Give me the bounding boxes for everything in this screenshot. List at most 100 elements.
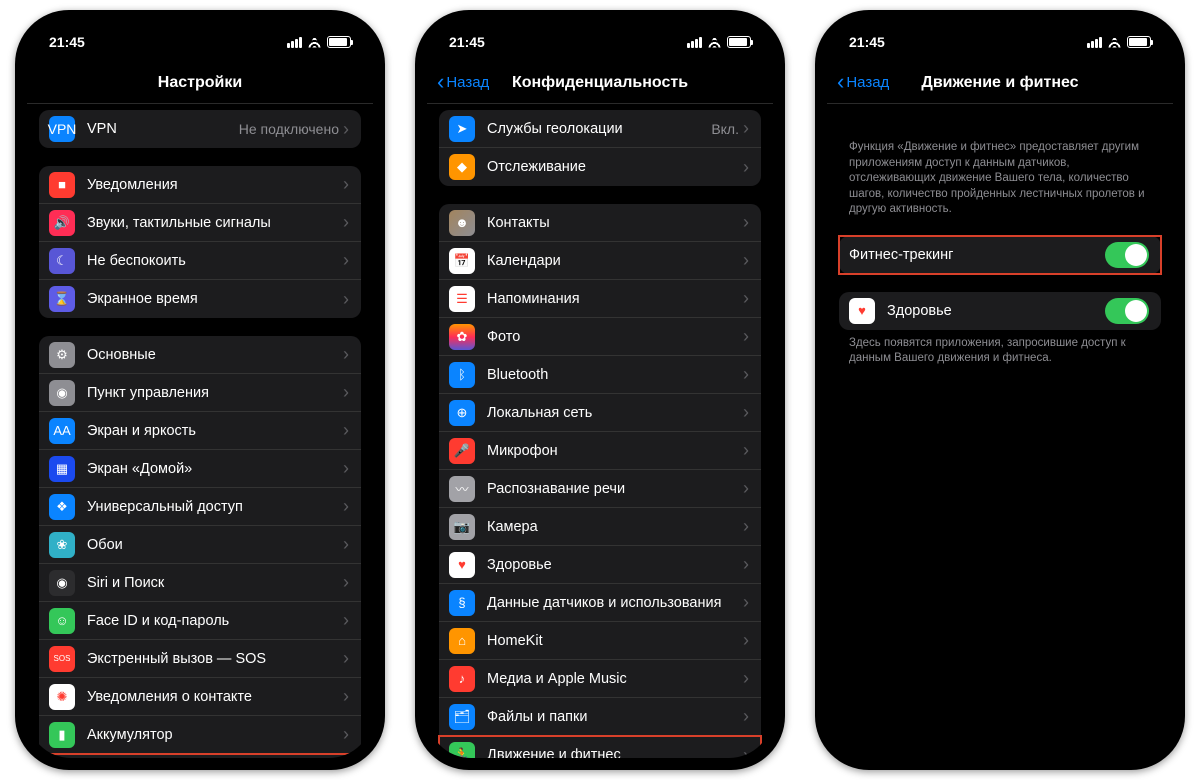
chevron-right-icon: › bbox=[743, 402, 749, 423]
header-note: Функция «Движение и фитнес» предоставляе… bbox=[827, 134, 1173, 218]
reminders-icon: ☰ bbox=[449, 286, 475, 312]
health-icon: ♥ bbox=[449, 552, 475, 578]
sound-icon: 🔊 bbox=[49, 210, 75, 236]
row-mic-icon[interactable]: 🎤Микрофон› bbox=[439, 432, 761, 470]
homekit-icon: ⌂ bbox=[449, 628, 475, 654]
row-speech-icon[interactable]: 〰Распознавание речи› bbox=[439, 470, 761, 508]
group-apps: ☻Контакты›📅Календари›☰Напоминания›✿Фото›… bbox=[439, 204, 761, 758]
row-siri-icon[interactable]: ◉Siri и Поиск› bbox=[39, 564, 361, 602]
phone-1: 21:45 Настройки VPN VPN Не подключено › … bbox=[15, 10, 385, 770]
row-label: Данные датчиков и использования bbox=[487, 595, 743, 611]
row-label: Face ID и код-пароль bbox=[87, 613, 343, 629]
row-battery-icon[interactable]: ▮Аккумулятор› bbox=[39, 716, 361, 754]
back-label: Назад bbox=[846, 74, 889, 91]
row-contacts-icon[interactable]: ☻Контакты› bbox=[439, 204, 761, 242]
clock: 21:45 bbox=[849, 34, 885, 50]
row-health-icon[interactable]: ♥ Здоровье bbox=[839, 292, 1161, 330]
row-label: Обои bbox=[87, 537, 343, 553]
row-label: Уведомления о контакте bbox=[87, 689, 343, 705]
display-icon: AA bbox=[49, 418, 75, 444]
row-label: Контакты bbox=[487, 215, 743, 231]
row-health-icon[interactable]: ♥Здоровье› bbox=[439, 546, 761, 584]
content[interactable]: ➤Службы геолокацииВкл.›◆Отслеживание› ☻К… bbox=[427, 104, 773, 758]
chevron-right-icon: › bbox=[743, 478, 749, 499]
row-calendar-icon[interactable]: 📅Календари› bbox=[439, 242, 761, 280]
row-label: Календари bbox=[487, 253, 743, 269]
row-sound-icon[interactable]: 🔊Звуки, тактильные сигналы› bbox=[39, 204, 361, 242]
dnd-icon: ☾ bbox=[49, 248, 75, 274]
accessibility-icon: ❖ bbox=[49, 494, 75, 520]
wifi-icon bbox=[307, 37, 322, 48]
status-icons bbox=[1087, 36, 1151, 48]
row-label: Экран «Домой» bbox=[87, 461, 343, 477]
row-faceid-icon[interactable]: ☺ Face ID и код-пароль› bbox=[39, 602, 361, 640]
screen-settings: 21:45 Настройки VPN VPN Не подключено › … bbox=[27, 22, 373, 758]
media-icon: ♪ bbox=[449, 666, 475, 692]
row-label: Звуки, тактильные сигналы bbox=[87, 215, 343, 231]
row-wallpaper-icon[interactable]: ❀Обои› bbox=[39, 526, 361, 564]
navbar: ‹Назад Конфиденциальность bbox=[427, 62, 773, 104]
chevron-right-icon: › bbox=[743, 288, 749, 309]
row-label: VPN bbox=[87, 121, 239, 137]
row-motion-icon[interactable]: 🏃Движение и фитнес› bbox=[439, 736, 761, 758]
row-media-icon[interactable]: ♪Медиа и Apple Music› bbox=[439, 660, 761, 698]
row-reminders-icon[interactable]: ☰Напоминания› bbox=[439, 280, 761, 318]
content[interactable]: Функция «Движение и фитнес» предоставляе… bbox=[827, 104, 1173, 758]
row-label: Пункт управления bbox=[87, 385, 343, 401]
chevron-right-icon: › bbox=[343, 119, 349, 140]
row-location-icon[interactable]: ➤Службы геолокацииВкл.› bbox=[439, 110, 761, 148]
back-button[interactable]: ‹Назад bbox=[437, 74, 489, 91]
chevron-right-icon: › bbox=[343, 420, 349, 441]
row-localnet-icon[interactable]: ⊕Локальная сеть› bbox=[439, 394, 761, 432]
status-icons bbox=[687, 36, 751, 48]
row-sos-icon[interactable]: SOSЭкстренный вызов — SOS› bbox=[39, 640, 361, 678]
row-exposure-icon[interactable]: ✺ Уведомления о контакте› bbox=[39, 678, 361, 716]
health-icon: ♥ bbox=[849, 298, 875, 324]
exposure-icon: ✺ bbox=[49, 684, 75, 710]
tracking-icon: ◆ bbox=[449, 154, 475, 180]
row-label: Экран и яркость bbox=[87, 423, 343, 439]
row-camera-icon[interactable]: 📷Камера› bbox=[439, 508, 761, 546]
row-display-icon[interactable]: AA Экран и яркость› bbox=[39, 412, 361, 450]
row-photos-icon[interactable]: ✿Фото› bbox=[439, 318, 761, 356]
row-homekit-icon[interactable]: ⌂HomeKit› bbox=[439, 622, 761, 660]
row-bluetooth-icon[interactable]: ᛒBluetooth› bbox=[439, 356, 761, 394]
toggle-switch[interactable] bbox=[1105, 242, 1149, 268]
speech-icon: 〰 bbox=[449, 476, 475, 502]
back-button[interactable]: ‹Назад bbox=[837, 74, 889, 91]
row-files-icon[interactable]: 🗂Файлы и папки› bbox=[439, 698, 761, 736]
row-label: Основные bbox=[87, 347, 343, 363]
chevron-right-icon: › bbox=[343, 458, 349, 479]
screentime-icon: ⌛ bbox=[49, 286, 75, 312]
row-privacy-icon[interactable]: ✋Конфиденциальность› bbox=[39, 754, 361, 758]
home-icon: ▦ bbox=[49, 456, 75, 482]
chevron-right-icon: › bbox=[343, 610, 349, 631]
row-screentime-icon[interactable]: ⌛Экранное время› bbox=[39, 280, 361, 318]
row-vpn[interactable]: VPN VPN Не подключено › bbox=[39, 110, 361, 148]
row-label: HomeKit bbox=[487, 633, 743, 649]
row-accessibility-icon[interactable]: ❖Универсальный доступ› bbox=[39, 488, 361, 526]
content[interactable]: VPN VPN Не подключено › ■Уведомления› 🔊 Зв… bbox=[27, 104, 373, 758]
notch bbox=[120, 10, 280, 36]
row-label: Движение и фитнес bbox=[487, 747, 743, 758]
wifi-icon bbox=[707, 37, 722, 48]
toggle-switch[interactable] bbox=[1105, 298, 1149, 324]
row-Фитнес-трекинг[interactable]: Фитнес-трекинг bbox=[839, 236, 1161, 274]
row-bell-icon[interactable]: ■Уведомления› bbox=[39, 166, 361, 204]
row-general-icon[interactable]: ⚙Основные› bbox=[39, 336, 361, 374]
faceid-icon: ☺ bbox=[49, 608, 75, 634]
group-tracking: Фитнес-трекинг bbox=[839, 236, 1161, 274]
page-title: Движение и фитнес bbox=[921, 74, 1078, 92]
row-label: Siri и Поиск bbox=[87, 575, 343, 591]
row-home-icon[interactable]: ▦ Экран «Домой»› bbox=[39, 450, 361, 488]
chevron-right-icon: › bbox=[743, 745, 749, 759]
row-control-icon[interactable]: ◉Пункт управления› bbox=[39, 374, 361, 412]
row-label: Файлы и папки bbox=[487, 709, 743, 725]
row-label: Здоровье bbox=[887, 303, 1105, 319]
row-dnd-icon[interactable]: ☾Не беспокоить› bbox=[39, 242, 361, 280]
row-tracking-icon[interactable]: ◆Отслеживание› bbox=[439, 148, 761, 186]
row-detail: Не подключено bbox=[239, 121, 339, 137]
row-label: Локальная сеть bbox=[487, 405, 743, 421]
row-sensor-icon[interactable]: §Данные датчиков и использования› bbox=[439, 584, 761, 622]
chevron-right-icon: › bbox=[343, 686, 349, 707]
